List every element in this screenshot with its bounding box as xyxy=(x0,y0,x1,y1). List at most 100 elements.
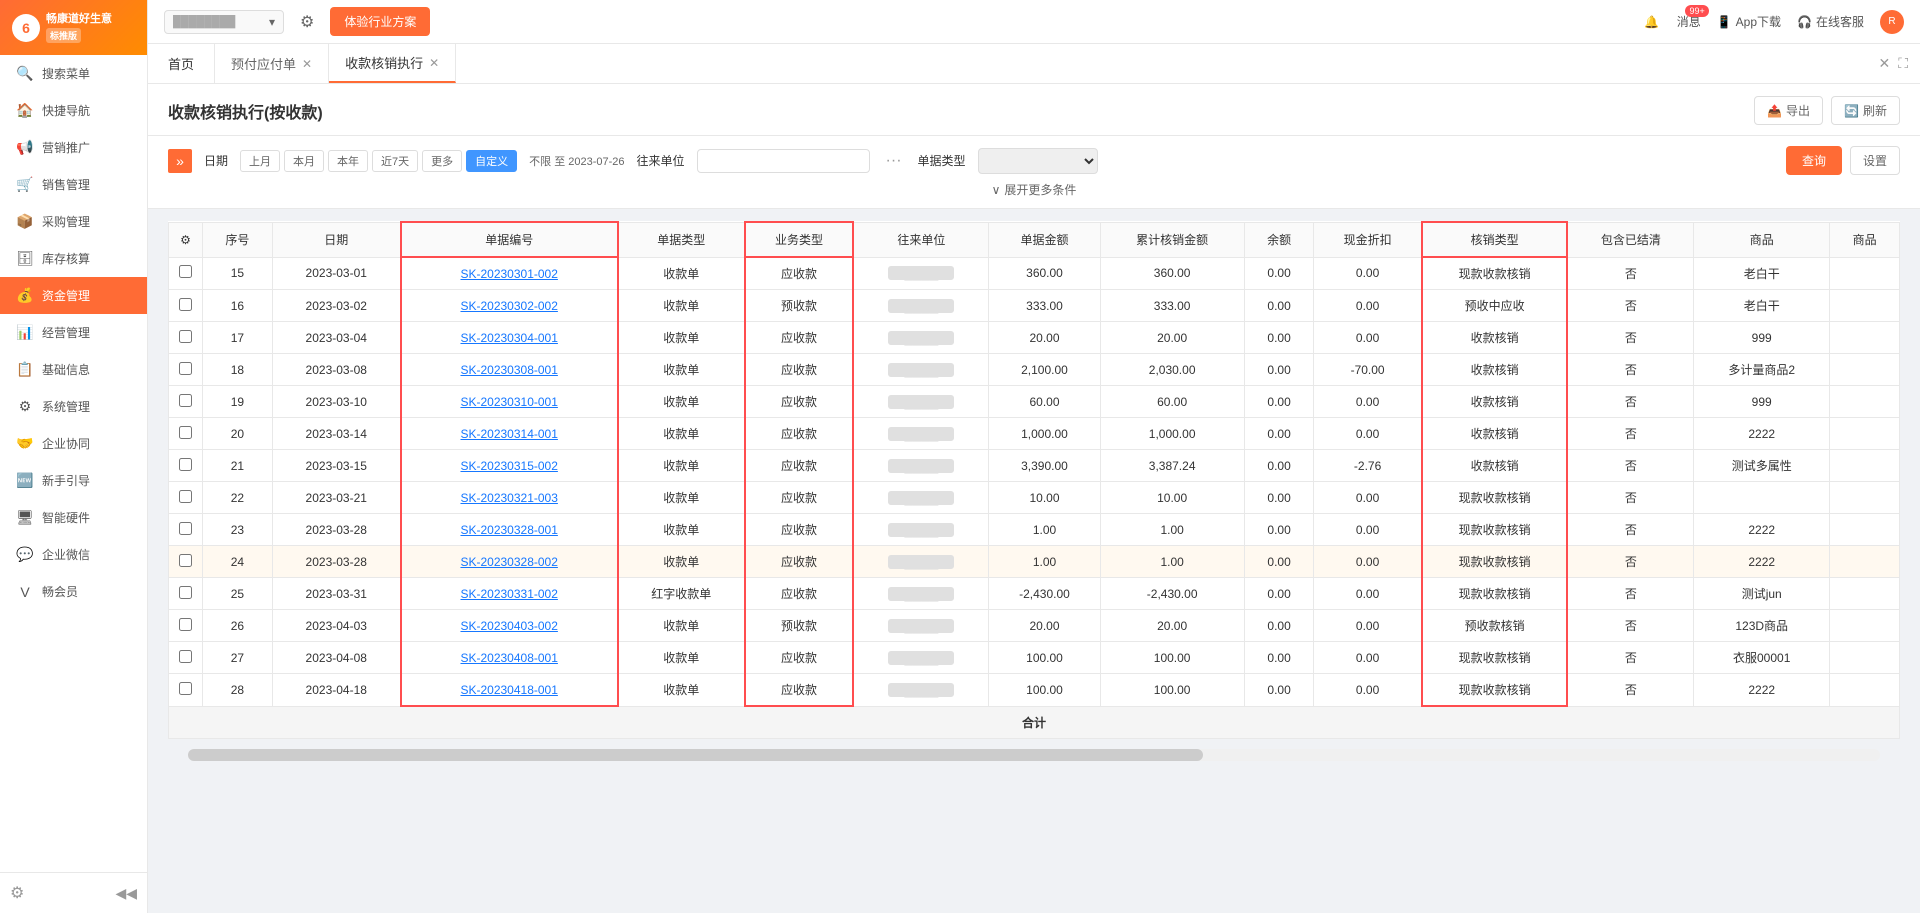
sidebar-item-sales[interactable]: 🛒 销售管理 xyxy=(0,166,147,203)
sidebar-item-basics[interactable]: 📋 基础信息 xyxy=(0,351,147,388)
cell-bill-no: SK-20230310-001 xyxy=(401,386,618,418)
partner-input[interactable] xyxy=(697,149,870,173)
sidebar-item-inventory[interactable]: 🗄 库存核算 xyxy=(0,240,147,277)
sidebar-item-wechat[interactable]: 💬 企业微信 xyxy=(0,536,147,573)
collapse-icon[interactable]: ◀◀ xyxy=(115,885,137,902)
cell-cumulative: 20.00 xyxy=(1100,322,1244,354)
sidebar-item-marketing[interactable]: 📢 营销推广 xyxy=(0,129,147,166)
sidebar-item-purchase[interactable]: 📦 采购管理 xyxy=(0,203,147,240)
settings-icon[interactable]: ⚙ xyxy=(296,8,318,36)
operations-icon: 📊 xyxy=(16,324,34,341)
sidebar-item-shortcuts[interactable]: 🏠 快捷导航 xyxy=(0,92,147,129)
sidebar-item-label: 畅会员 xyxy=(42,583,78,600)
bill-no-link[interactable]: SK-20230302-002 xyxy=(460,299,557,313)
sidebar-item-system[interactable]: ⚙ 系统管理 xyxy=(0,388,147,425)
sidebar-item-finance[interactable]: 💰 资金管理 xyxy=(0,277,147,314)
bill-no-link[interactable]: SK-20230301-002 xyxy=(460,267,557,281)
bill-no-link[interactable]: SK-20230315-002 xyxy=(460,459,557,473)
sidebar-item-hardware[interactable]: 🖥 智能硬件 xyxy=(0,499,147,536)
service-item[interactable]: 🎧 在线客服 xyxy=(1797,13,1864,30)
sidebar-item-enterprise[interactable]: 🤝 企业协同 xyxy=(0,425,147,462)
cell-biz-type: 应收款 xyxy=(745,322,854,354)
settings-button[interactable]: 设置 xyxy=(1850,146,1900,175)
cell-no: 16 xyxy=(203,290,273,322)
message-label: 消息 xyxy=(1677,15,1701,29)
cell-bill-amount: 20.00 xyxy=(989,322,1100,354)
query-button[interactable]: 查询 xyxy=(1786,146,1842,175)
cell-checkbox[interactable] xyxy=(169,546,203,578)
cell-goods2 xyxy=(1830,546,1900,578)
bill-no-link[interactable]: SK-20230331-002 xyxy=(460,587,557,601)
settings-icon[interactable]: ⚙ xyxy=(10,883,24,903)
sidebar-item-label: 新手引导 xyxy=(42,472,90,489)
workspace-label: ████████ xyxy=(173,16,265,28)
cell-checkbox[interactable] xyxy=(169,674,203,707)
last-month-btn[interactable]: 上月 xyxy=(240,150,280,172)
bill-no-link[interactable]: SK-20230314-001 xyxy=(460,427,557,441)
bill-no-link[interactable]: SK-20230403-002 xyxy=(460,619,557,633)
bill-no-link[interactable]: SK-20230304-001 xyxy=(460,331,557,345)
tab-collection[interactable]: 收款核销执行 ✕ xyxy=(329,44,456,83)
expand-more-label: 展开更多条件 xyxy=(1004,181,1076,198)
industry-solution-button[interactable]: 体验行业方案 xyxy=(330,7,430,36)
custom-date-btn[interactable]: 自定义 xyxy=(466,150,517,172)
close-window-icon[interactable]: ✕ xyxy=(1878,55,1890,72)
workspace-dropdown[interactable]: ████████ ▾ xyxy=(164,10,284,34)
bill-no-link[interactable]: SK-20230321-003 xyxy=(460,491,557,505)
cell-cash-discount: 0.00 xyxy=(1314,290,1422,322)
cell-checkbox[interactable] xyxy=(169,290,203,322)
cell-checkbox[interactable] xyxy=(169,386,203,418)
app-download-item[interactable]: 📱 App下载 xyxy=(1717,13,1781,30)
cell-cumulative: 2,030.00 xyxy=(1100,354,1244,386)
cell-checkbox[interactable] xyxy=(169,354,203,386)
sidebar-item-search[interactable]: 🔍 搜索菜单 xyxy=(0,55,147,92)
cell-checkbox[interactable] xyxy=(169,642,203,674)
this-year-btn[interactable]: 本年 xyxy=(328,150,368,172)
cell-include-cleared: 否 xyxy=(1567,674,1693,707)
scroll-bar[interactable] xyxy=(188,749,1880,761)
cell-checkbox[interactable] xyxy=(169,450,203,482)
sidebar-item-member[interactable]: V 畅会员 xyxy=(0,573,147,610)
export-button[interactable]: 📤 导出 xyxy=(1754,96,1823,125)
bill-no-link[interactable]: SK-20230418-001 xyxy=(460,683,557,697)
sidebar-item-label: 企业微信 xyxy=(42,546,90,563)
tab-home[interactable]: 首页 xyxy=(148,44,215,83)
table-row: 17 2023-03-04 SK-20230304-001 收款单 应收款 ██… xyxy=(169,322,1900,354)
bill-type-select[interactable] xyxy=(978,148,1098,174)
cell-checkbox[interactable] xyxy=(169,482,203,514)
collection-close-button[interactable]: ✕ xyxy=(429,56,439,70)
sidebar-item-operations[interactable]: 📊 经营管理 xyxy=(0,314,147,351)
sidebar-item-guide[interactable]: 🆕 新手引导 xyxy=(0,462,147,499)
more-dates-btn[interactable]: 更多 xyxy=(422,150,462,172)
cell-checkbox[interactable] xyxy=(169,418,203,450)
user-avatar[interactable]: R xyxy=(1880,10,1904,34)
cell-write-off-type: 收款核销 xyxy=(1422,386,1568,418)
cell-checkbox[interactable] xyxy=(169,514,203,546)
cell-cumulative: 10.00 xyxy=(1100,482,1244,514)
bill-no-link[interactable]: SK-20230328-002 xyxy=(460,555,557,569)
col-header-gear[interactable]: ⚙ xyxy=(169,222,203,257)
last-7days-btn[interactable]: 近7天 xyxy=(372,150,418,172)
maximize-icon[interactable]: ⛶ xyxy=(1898,55,1908,72)
cell-checkbox[interactable] xyxy=(169,578,203,610)
cell-bill-amount: 1,000.00 xyxy=(989,418,1100,450)
cell-checkbox[interactable] xyxy=(169,322,203,354)
scroll-thumb[interactable] xyxy=(188,749,1203,761)
cell-checkbox[interactable] xyxy=(169,610,203,642)
prepay-close-button[interactable]: ✕ xyxy=(302,57,312,71)
this-month-btn[interactable]: 本月 xyxy=(284,150,324,172)
dots-icon[interactable]: ··· xyxy=(882,152,906,170)
bill-no-link[interactable]: SK-20230408-001 xyxy=(460,651,557,665)
filter-expand-button[interactable]: » xyxy=(168,149,192,173)
bill-no-link[interactable]: SK-20230328-001 xyxy=(460,523,557,537)
bill-no-link[interactable]: SK-20230308-001 xyxy=(460,363,557,377)
refresh-button[interactable]: 🔄 刷新 xyxy=(1831,96,1900,125)
expand-more-button[interactable]: ∨ 展开更多条件 xyxy=(992,181,1077,198)
cell-partner: ████ xyxy=(853,642,989,674)
data-table: ⚙ 序号 日期 单据编号 单据类型 业务类型 往来单位 单据金额 累计核销金额 … xyxy=(168,221,1900,739)
bill-no-link[interactable]: SK-20230310-001 xyxy=(460,395,557,409)
tab-prepay[interactable]: 预付应付单 ✕ xyxy=(215,44,329,83)
cell-bill-no: SK-20230418-001 xyxy=(401,674,618,707)
cell-checkbox[interactable] xyxy=(169,257,203,290)
message-icon[interactable]: 🔔 99+ 消息 xyxy=(1644,13,1700,30)
